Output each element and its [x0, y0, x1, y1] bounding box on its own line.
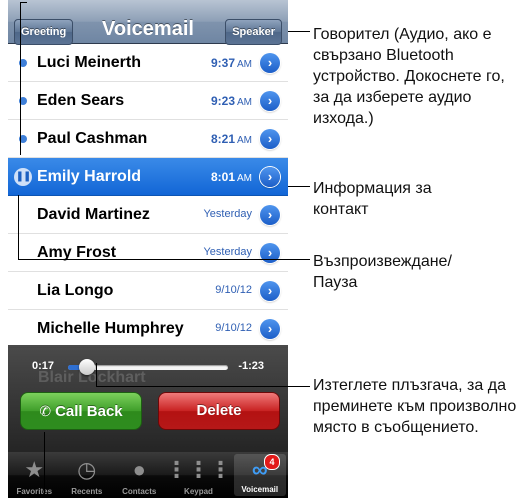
list-item[interactable]: Amy Frost Yesterday › [8, 234, 288, 272]
voicemail-time: 9/10/12 [215, 284, 252, 296]
person-icon: ● [132, 457, 146, 482]
speaker-button[interactable]: Speaker [225, 19, 282, 45]
callout-line-play-left [20, 2, 21, 155]
list-item[interactable]: ❚❚ Emily Harrold 8:01 AM › [8, 158, 288, 196]
callout-play-pause: Възпроизвеждане/ Пауза [313, 253, 452, 291]
callout-line-play-top [20, 2, 27, 3]
tab-label: Keypad [184, 487, 213, 496]
tab-label: Voicemail [241, 485, 279, 494]
caller-name: Emily Harrold [37, 168, 142, 185]
elapsed-time: 0:17 [32, 360, 55, 372]
caller-name: Lia Longo [37, 282, 114, 299]
list-item[interactable]: Luci Meinerth 9:37 AM › [8, 44, 288, 82]
caller-name: Luci Meinerth [37, 54, 142, 71]
list-item[interactable]: Paul Cashman 8:21 AM › [8, 120, 288, 158]
list-item[interactable]: Michelle Humphrey 9/10/12 › [8, 310, 288, 348]
callout-line-pause-vertical [18, 195, 19, 259]
callout-line-scrubber-horizontal [96, 386, 310, 387]
info-disclosure-icon[interactable]: › [260, 53, 280, 73]
caller-name: Michelle Humphrey [37, 320, 184, 337]
tab-label: Recents [71, 487, 103, 496]
callout-line-scrubber-vertical [96, 363, 97, 387]
star-icon: ★ [24, 457, 45, 482]
tab-contacts[interactable]: ● Contacts [113, 452, 166, 498]
callout-scrubber: Изтеглете плъзгача, за да преминете към … [313, 377, 517, 436]
list-item[interactable]: Lia Longo 9/10/12 › [8, 272, 288, 310]
iphone-screen: Luci Meinerth 9:37 AM › Eden Sears 9:23 AM › Pau… [8, 0, 288, 498]
remaining-time: -1:23 [238, 360, 264, 372]
callout-line-callback [44, 432, 45, 498]
info-disclosure-icon[interactable]: › [260, 281, 280, 301]
voicemail-badge: 4 [264, 454, 280, 470]
tab-keypad[interactable]: ⋮⋮⋮ Keypad [166, 452, 232, 498]
voicemail-time: 9:23 AM [210, 94, 252, 108]
list-item[interactable]: David Martinez Yesterday › [8, 196, 288, 234]
navigation-bar: Greeting Voicemail Speaker [8, 0, 288, 45]
list-item[interactable]: Eden Sears 9:23 AM › [8, 82, 288, 120]
caller-name: David Martinez [37, 206, 150, 223]
call-back-label: Call Back [55, 403, 123, 420]
callout-contact-info: Информация за контакт [313, 180, 432, 218]
phone-icon: ✆ [39, 403, 52, 419]
voicemail-time: Yesterday [203, 208, 252, 220]
voicemail-time: 9/10/12 [215, 322, 252, 334]
info-disclosure-icon[interactable]: › [260, 129, 280, 149]
tab-voicemail[interactable]: ∞ Voicemail 4 [233, 454, 286, 496]
voicemail-list: Luci Meinerth 9:37 AM › Eden Sears 9:23 AM › Pau… [8, 44, 288, 348]
callout-line-speaker [288, 31, 310, 32]
clock-icon: ◷ [77, 457, 97, 482]
voicemail-time: 8:01 AM [210, 170, 252, 184]
info-disclosure-icon[interactable]: › [260, 319, 280, 339]
keypad-icon: ⋮⋮⋮ [165, 457, 232, 482]
playback-panel: Blair Lockhart 0:17 -1:23 ✆ Call Back Del… [8, 345, 288, 452]
callout-speaker: Говорител (Аудио, ако е свързано Bluetoo… [313, 26, 505, 127]
tab-bar: ★ Favorites ◷ Recents ● Contacts ⋮⋮⋮ Keypad ∞ Voi… [8, 452, 288, 498]
delete-button[interactable]: Delete [158, 392, 280, 430]
tab-recents[interactable]: ◷ Recents [61, 452, 114, 498]
info-disclosure-icon[interactable]: › [260, 91, 280, 111]
voicemail-time: 8:21 AM [210, 132, 252, 146]
tab-favorites[interactable]: ★ Favorites [8, 452, 61, 498]
caller-name: Paul Cashman [37, 130, 148, 147]
tab-label: Contacts [122, 487, 157, 496]
caller-name: Eden Sears [37, 92, 125, 109]
info-disclosure-icon[interactable]: › [260, 243, 280, 263]
info-disclosure-icon[interactable]: › [260, 205, 280, 225]
call-back-button[interactable]: ✆ Call Back [20, 392, 142, 430]
info-disclosure-icon[interactable]: › [260, 167, 280, 187]
pause-icon[interactable]: ❚❚ [14, 168, 32, 186]
callout-line-contact [288, 186, 310, 187]
voicemail-time: 9:37 AM [210, 56, 252, 70]
voicemail-time: Yesterday [203, 246, 252, 258]
callout-line-pause-horizontal [18, 259, 310, 260]
tab-label: Favorites [16, 487, 53, 496]
